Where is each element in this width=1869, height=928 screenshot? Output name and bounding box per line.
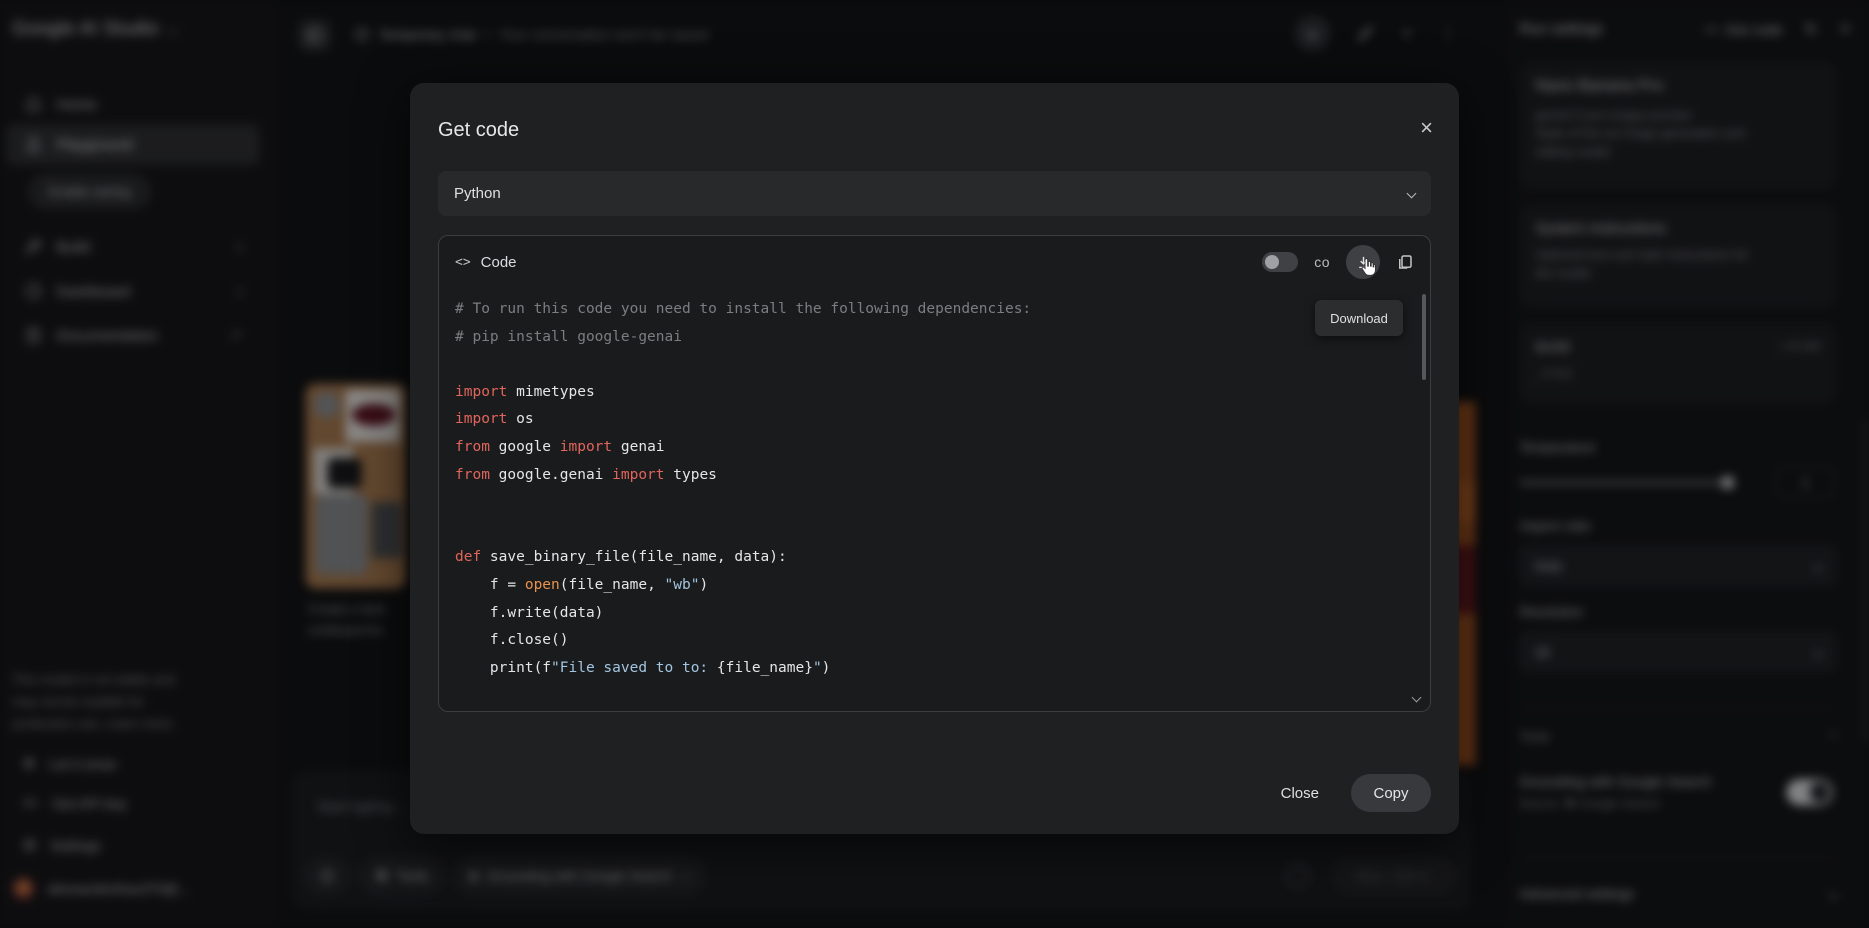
get-code-modal: Get code × Python <> Code co # To run th… — [410, 83, 1459, 834]
scroll-down-icon[interactable] — [1411, 692, 1422, 703]
modal-title: Get code — [438, 119, 520, 141]
code-toggle[interactable] — [1262, 252, 1299, 272]
language-selected: Python — [454, 185, 501, 202]
copy-button[interactable]: Copy — [1351, 774, 1431, 812]
close-button[interactable]: Close — [1281, 785, 1319, 802]
code-panel: <> Code co # To run this code you need t… — [438, 235, 1431, 712]
app-root: Google AI Studio Home Playground Enable … — [0, 0, 1869, 928]
hand-cursor-icon — [1361, 258, 1376, 276]
toggle-knob — [1265, 255, 1280, 269]
copy-code-icon[interactable] — [1396, 253, 1414, 271]
code-panel-title: <> Code — [455, 254, 517, 271]
download-button[interactable] — [1346, 245, 1380, 279]
close-modal-icon[interactable]: × — [1420, 115, 1433, 141]
download-tooltip: Download — [1315, 300, 1403, 336]
code-content[interactable]: # To run this code you need to install t… — [439, 288, 1047, 690]
code-icon: <> — [455, 254, 471, 270]
code-label: Code — [480, 253, 517, 271]
colab-icon[interactable]: co — [1314, 254, 1330, 270]
code-scrollbar[interactable] — [1422, 294, 1426, 380]
code-toolbar: co — [1262, 245, 1414, 279]
language-select[interactable]: Python — [438, 171, 1431, 216]
code-panel-header: <> Code co — [439, 236, 1430, 288]
modal-footer: Close Copy — [1281, 774, 1431, 812]
chevron-down-icon — [1406, 188, 1417, 199]
